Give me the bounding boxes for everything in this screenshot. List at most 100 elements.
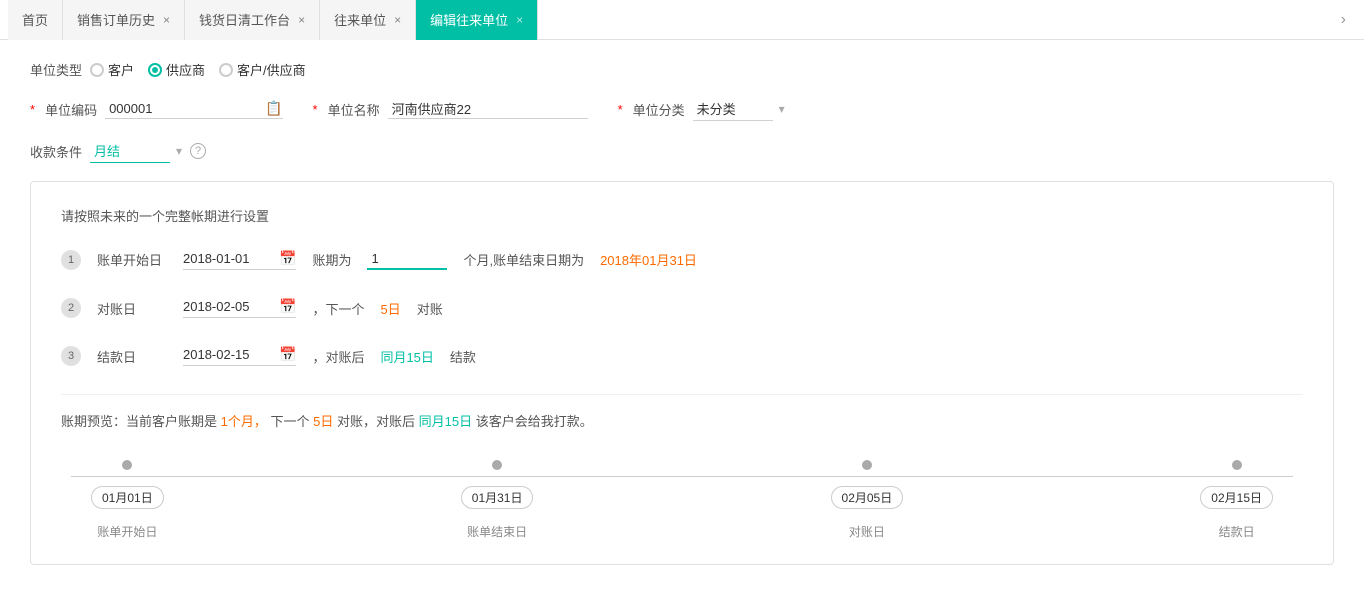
radio-supplier-label: 供应商 bbox=[166, 60, 205, 79]
unit-info-row: * 单位编码 📋 * 单位名称 * 单位分类 未分类 ▾ bbox=[30, 97, 1334, 121]
tab-sales-close[interactable]: × bbox=[163, 13, 170, 27]
payment-label: 收款条件 bbox=[30, 142, 82, 161]
period-date-3: 📅 bbox=[183, 346, 296, 366]
card-title: 请按照未来的一个完整帐期进行设置 bbox=[61, 206, 1303, 225]
payment-value[interactable]: 月结 bbox=[90, 139, 170, 163]
period-row3-prefix: ，对账后 bbox=[312, 347, 364, 366]
radio-customer-circle bbox=[90, 63, 104, 77]
unit-code-label: 单位编码 bbox=[45, 100, 97, 119]
timeline-dot-3 bbox=[862, 460, 872, 470]
tab-home-label: 首页 bbox=[22, 10, 48, 29]
preview-label: 账期预览：当前客户账期是 bbox=[61, 414, 217, 429]
period-label-3: 结款日 bbox=[97, 347, 167, 366]
calendar-icon-2[interactable]: 📅 bbox=[279, 298, 296, 315]
period-date-1: 📅 bbox=[183, 250, 296, 270]
tab-partner[interactable]: 往来单位 × bbox=[320, 0, 416, 40]
period-row-2: 2 对账日 📅 ，下一个 5日 对账 bbox=[61, 298, 1303, 318]
tab-bar: 首页 销售订单历史 × 钱货日清工作台 × 往来单位 × 编辑往来单位 × › bbox=[0, 0, 1364, 40]
timeline-dot-2 bbox=[492, 460, 502, 470]
unit-category-chevron[interactable]: ▾ bbox=[779, 102, 785, 116]
timeline-label-2: 账单结束日 bbox=[467, 523, 527, 540]
unit-type-row: 单位类型 客户 供应商 客户/供应商 bbox=[30, 60, 1334, 79]
payment-help-icon[interactable]: ? bbox=[190, 143, 206, 159]
radio-both[interactable]: 客户/供应商 bbox=[219, 60, 306, 79]
period-row3-suffix: 结款 bbox=[450, 347, 476, 366]
period-row2-highlight: 5日 bbox=[380, 299, 400, 318]
period-num-1: 1 bbox=[61, 250, 81, 270]
preview-text3: 对账，对账后 bbox=[337, 414, 419, 429]
period-row2-prefix: ，下一个 bbox=[312, 299, 364, 318]
timeline-badge-4: 02月15日 bbox=[1200, 486, 1273, 509]
period-date-input-3[interactable] bbox=[183, 347, 273, 362]
payment-group: 收款条件 月结 ▾ ? bbox=[30, 139, 206, 163]
preview-highlight3: 同月15日 bbox=[419, 414, 472, 429]
period-date-input-1[interactable] bbox=[183, 251, 273, 266]
tab-cash-label: 钱货日清工作台 bbox=[199, 10, 290, 29]
radio-both-circle bbox=[219, 63, 233, 77]
unit-code-calendar-icon[interactable]: 📋 bbox=[265, 100, 282, 117]
timeline-point-3: 02月05日 对账日 bbox=[831, 460, 904, 540]
radio-supplier-circle bbox=[148, 63, 162, 77]
unit-category-group: * 单位分类 未分类 ▾ bbox=[618, 97, 785, 121]
period-month-unit: 个月,账单结束日期为 bbox=[463, 250, 584, 269]
unit-category-select: 未分类 ▾ bbox=[693, 97, 785, 121]
unit-code-group: * 单位编码 📋 bbox=[30, 99, 283, 119]
payment-row: 收款条件 月结 ▾ ? bbox=[30, 139, 1334, 163]
timeline-label-3: 对账日 bbox=[849, 523, 885, 540]
tab-edit-partner-label: 编辑往来单位 bbox=[430, 10, 508, 29]
unit-code-input[interactable] bbox=[105, 99, 265, 118]
tab-cash-close[interactable]: × bbox=[298, 13, 305, 27]
preview-highlight2: 5日 bbox=[313, 414, 333, 429]
preview-section: 账期预览：当前客户账期是 1个月， 下一个 5日 对账，对账后 同月15日 该客… bbox=[61, 394, 1303, 540]
timeline-badge-2: 01月31日 bbox=[461, 486, 534, 509]
period-label-2: 对账日 bbox=[97, 299, 167, 318]
tab-edit-partner-close[interactable]: × bbox=[516, 13, 523, 27]
tab-home[interactable]: 首页 bbox=[8, 0, 63, 40]
timeline-point-2: 01月31日 账单结束日 bbox=[461, 460, 534, 540]
radio-supplier[interactable]: 供应商 bbox=[148, 60, 205, 79]
unit-category-label: 单位分类 bbox=[633, 100, 685, 119]
radio-customer[interactable]: 客户 bbox=[90, 60, 134, 79]
timeline-label-4: 结款日 bbox=[1219, 523, 1255, 540]
payment-select: 月结 ▾ bbox=[90, 139, 182, 163]
timeline-badge-3: 02月05日 bbox=[831, 486, 904, 509]
payment-chevron[interactable]: ▾ bbox=[176, 144, 182, 158]
unit-cat-star: * bbox=[618, 102, 623, 117]
period-num-3: 3 bbox=[61, 346, 81, 366]
preview-text: 账期预览：当前客户账期是 1个月， 下一个 5日 对账，对账后 同月15日 该客… bbox=[61, 411, 1303, 430]
timeline-badge-1: 01月01日 bbox=[91, 486, 164, 509]
period-date-2: 📅 bbox=[183, 298, 296, 318]
unit-type-label: 单位类型 bbox=[30, 60, 82, 79]
period-end-date: 2018年01月31日 bbox=[600, 250, 697, 269]
preview-text4: 该客户会给我打款。 bbox=[476, 414, 593, 429]
unit-name-label: 单位名称 bbox=[328, 100, 380, 119]
period-for-label: 账期为 bbox=[312, 250, 351, 269]
tab-cash-work[interactable]: 钱货日清工作台 × bbox=[185, 0, 320, 40]
tab-sales-label: 销售订单历史 bbox=[77, 10, 155, 29]
unit-name-input[interactable] bbox=[388, 99, 588, 119]
timeline-point-1: 01月01日 账单开始日 bbox=[91, 460, 164, 540]
timeline-points: 01月01日 账单开始日 01月31日 账单结束日 bbox=[91, 460, 1273, 540]
month-input[interactable] bbox=[367, 249, 447, 270]
unit-category-value: 未分类 bbox=[693, 97, 773, 121]
tab-partner-label: 往来单位 bbox=[334, 10, 386, 29]
radio-customer-label: 客户 bbox=[108, 60, 134, 79]
unit-name-group: * 单位名称 bbox=[313, 99, 588, 119]
timeline-point-4: 02月15日 结款日 bbox=[1200, 460, 1273, 540]
calendar-icon-3[interactable]: 📅 bbox=[279, 346, 296, 363]
calendar-icon-1[interactable]: 📅 bbox=[279, 250, 296, 267]
unit-type-group: 单位类型 客户 供应商 客户/供应商 bbox=[30, 60, 306, 79]
main-content: 单位类型 客户 供应商 客户/供应商 * 单位编码 bbox=[0, 40, 1364, 608]
tab-more-arrow[interactable]: › bbox=[1331, 11, 1356, 29]
period-label-1: 账单开始日 bbox=[97, 250, 167, 269]
tab-edit-partner[interactable]: 编辑往来单位 × bbox=[416, 0, 538, 40]
period-num-2: 2 bbox=[61, 298, 81, 318]
unit-code-star: * bbox=[30, 102, 35, 117]
period-date-input-2[interactable] bbox=[183, 299, 273, 314]
timeline-dot-4 bbox=[1232, 460, 1242, 470]
radio-group: 客户 供应商 客户/供应商 bbox=[90, 60, 306, 79]
tab-sales-history[interactable]: 销售订单历史 × bbox=[63, 0, 185, 40]
tab-partner-close[interactable]: × bbox=[394, 13, 401, 27]
unit-code-input-wrapper: 📋 bbox=[105, 99, 282, 119]
unit-name-star: * bbox=[313, 102, 318, 117]
